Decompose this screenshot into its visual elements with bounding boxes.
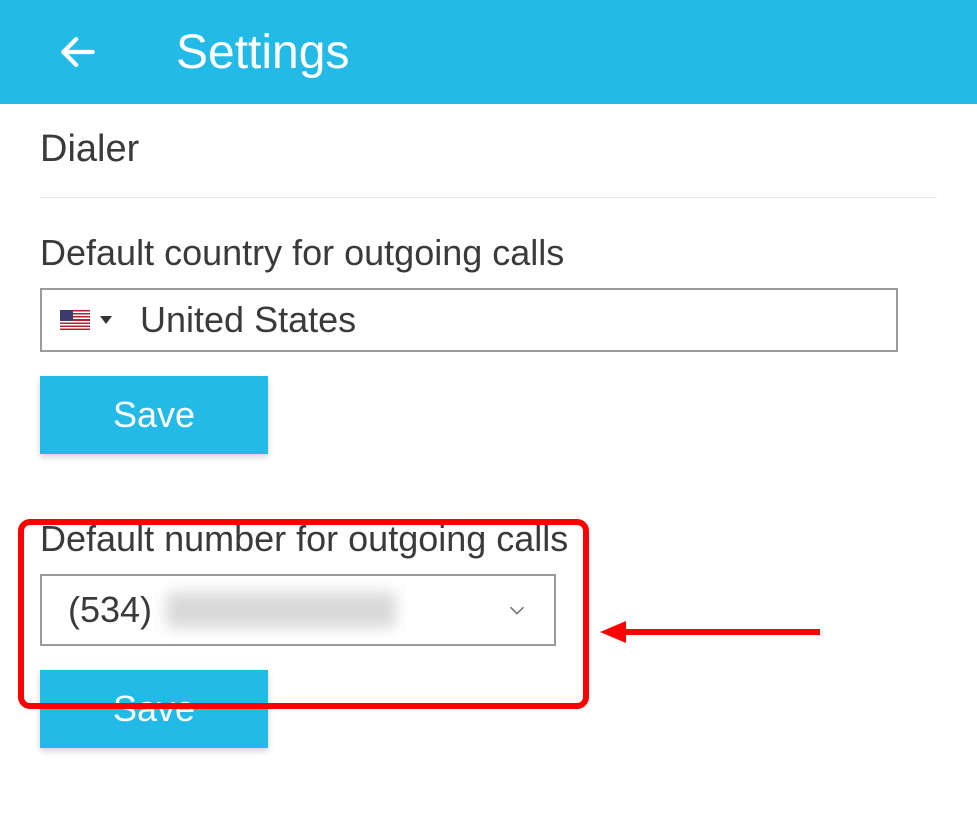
number-label: Default number for outgoing calls: [40, 518, 937, 560]
save-country-button[interactable]: Save: [40, 376, 268, 454]
number-prefix: (534): [68, 589, 152, 631]
app-header: Settings: [0, 0, 977, 104]
page-title: Settings: [176, 25, 349, 80]
save-number-button[interactable]: Save: [40, 670, 268, 748]
country-label: Default country for outgoing calls: [40, 232, 937, 274]
chevron-down-icon: [506, 599, 528, 621]
divider: [40, 197, 937, 198]
country-value: United States: [140, 299, 356, 341]
country-select[interactable]: United States: [40, 288, 898, 352]
section-heading-dialer: Dialer: [40, 128, 937, 171]
flag-us-icon: [60, 310, 90, 330]
arrow-left-icon: [56, 30, 100, 74]
number-section: Default number for outgoing calls (534) …: [40, 518, 937, 748]
back-button[interactable]: [56, 30, 100, 74]
caret-down-icon: [100, 316, 112, 324]
number-select[interactable]: (534): [40, 574, 556, 646]
redacted-number: [166, 592, 396, 628]
content-area: Dialer Default country for outgoing call…: [0, 104, 977, 748]
